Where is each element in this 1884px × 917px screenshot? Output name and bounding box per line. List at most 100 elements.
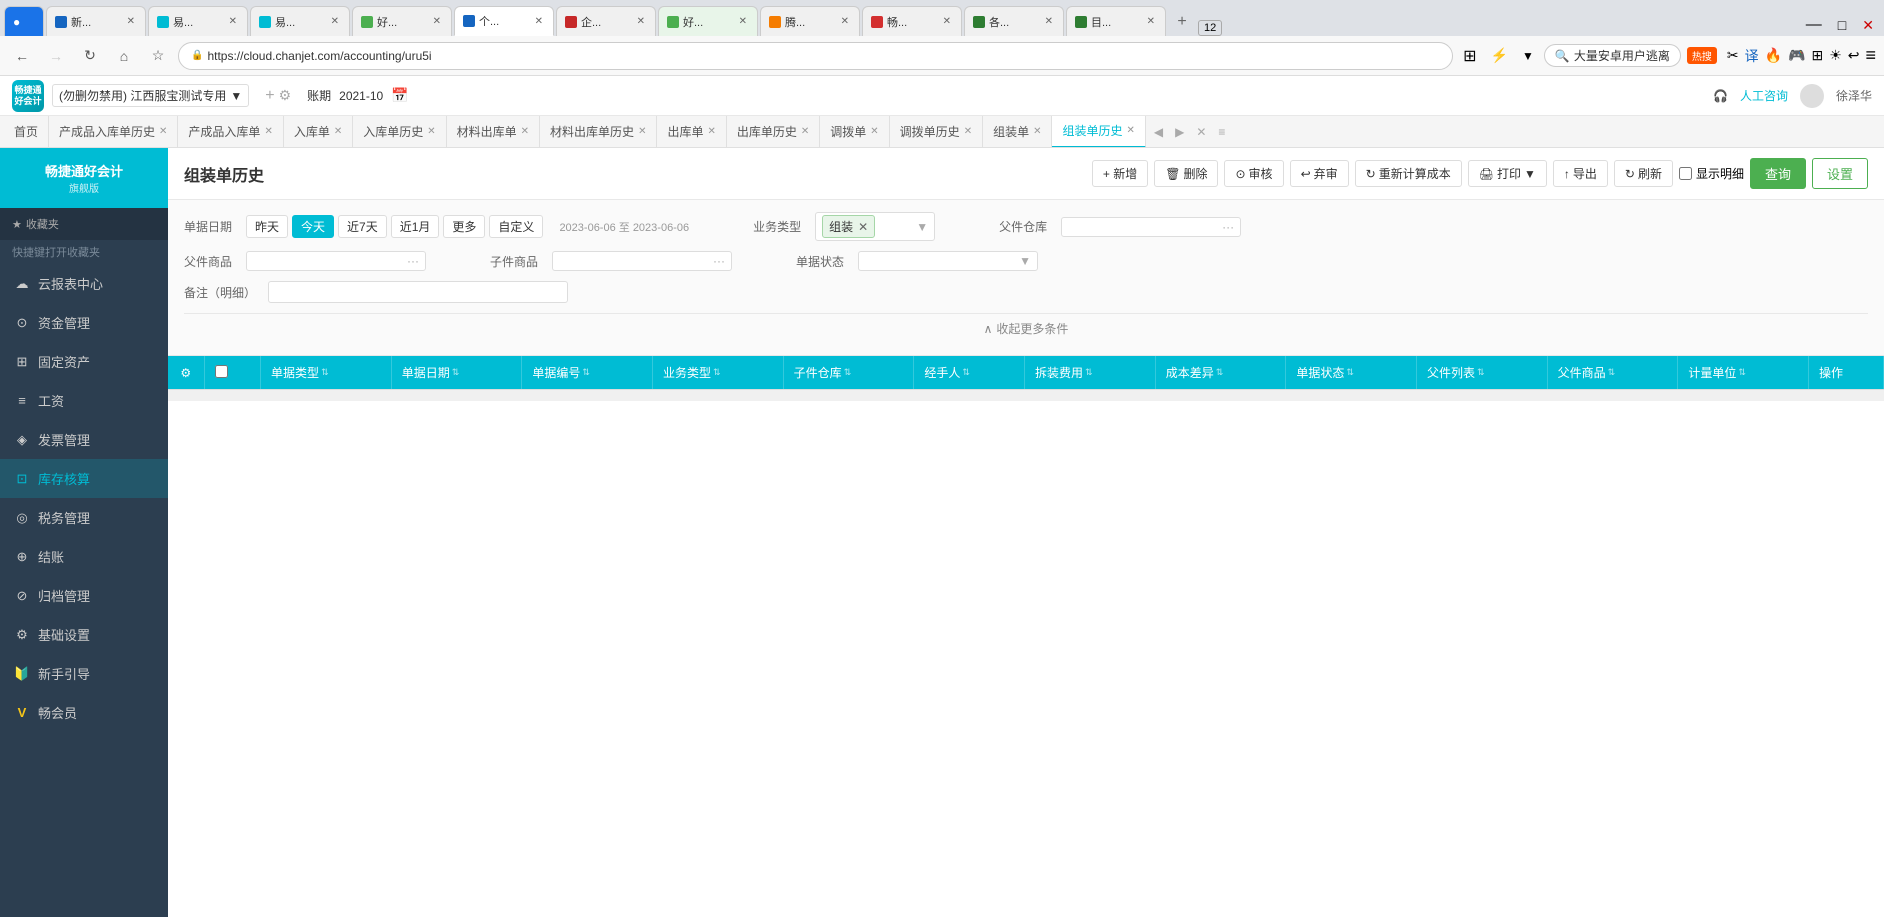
business-tag-close[interactable]: ✕ bbox=[858, 220, 868, 234]
th-disassemble-fee[interactable]: 拆装费用 ⇅ bbox=[1025, 356, 1156, 389]
calendar-icon[interactable]: 📅 bbox=[391, 87, 408, 104]
sidebar-favorites[interactable]: ★ 收藏夹 bbox=[0, 208, 168, 240]
browser-tab-10[interactable]: 各... ✕ bbox=[964, 6, 1064, 36]
nav-tab-2-close[interactable]: ✕ bbox=[264, 126, 272, 137]
sidebar-item-cloud-report[interactable]: ☁ 云报表中心 bbox=[0, 264, 168, 303]
date-btn-custom[interactable]: 自定义 bbox=[489, 215, 543, 238]
date-btn-1month[interactable]: 近1月 bbox=[391, 215, 440, 238]
menu-icon[interactable]: ≡ bbox=[1865, 45, 1876, 66]
horizontal-scrollbar[interactable] bbox=[168, 389, 1884, 401]
reload-button[interactable]: ↻ bbox=[76, 42, 104, 70]
tab-close[interactable]: ✕ bbox=[431, 15, 443, 28]
sidebar-item-payroll[interactable]: ≡ 工资 bbox=[0, 381, 168, 420]
recalc-button[interactable]: ↻ 重新计算成本 bbox=[1355, 160, 1462, 187]
browser-tab-5[interactable]: 个... ✕ bbox=[454, 6, 554, 36]
browser-tab-2[interactable]: 易... ✕ bbox=[148, 6, 248, 36]
th-bill-date[interactable]: 单据日期 ⇅ bbox=[391, 356, 522, 389]
sidebar-item-archive[interactable]: ⊘ 归档管理 bbox=[0, 576, 168, 615]
parent-warehouse-input[interactable]: ··· bbox=[1061, 217, 1241, 237]
close-window-button[interactable]: ✕ bbox=[1856, 15, 1880, 36]
dropdown-arrow[interactable]: ▼ bbox=[1518, 47, 1538, 65]
add-icon[interactable]: + bbox=[265, 87, 274, 105]
sidebar-item-tax[interactable]: ◎ 税务管理 bbox=[0, 498, 168, 537]
company-selector[interactable]: (勿删勿禁用) 江西服宝测试专用 ▼ bbox=[52, 84, 249, 107]
sidebar-item-fund[interactable]: ⊙ 资金管理 bbox=[0, 303, 168, 342]
new-tab-button[interactable]: + bbox=[1168, 8, 1196, 36]
show-detail-input[interactable] bbox=[1679, 167, 1692, 180]
tab-close[interactable]: ✕ bbox=[941, 15, 953, 28]
th-gear[interactable]: ⚙ bbox=[168, 356, 204, 389]
th-bill-type[interactable]: 单据类型 ⇅ bbox=[261, 356, 392, 389]
browser-tab-logo[interactable]: ● bbox=[4, 6, 44, 36]
tab-close-all[interactable]: ✕ bbox=[1192, 123, 1210, 141]
browser-tab-7[interactable]: 好... ✕ bbox=[658, 6, 758, 36]
th-checkbox[interactable] bbox=[204, 356, 261, 389]
th-handler[interactable]: 经手人 ⇅ bbox=[914, 356, 1025, 389]
sidebar-item-member[interactable]: V 畅会员 bbox=[0, 693, 168, 732]
nav-tab-11-close[interactable]: ✕ bbox=[1033, 126, 1041, 137]
sun-icon[interactable]: ☀ bbox=[1829, 47, 1842, 64]
th-bill-no[interactable]: 单据编号 ⇅ bbox=[522, 356, 653, 389]
bill-status-select[interactable]: ▼ bbox=[858, 251, 1038, 271]
bookmark-button[interactable]: ☆ bbox=[144, 42, 172, 70]
nav-tab-7-close[interactable]: ✕ bbox=[707, 126, 715, 137]
search-bar[interactable]: 🔍 大量安卓用户逃离 bbox=[1544, 44, 1681, 67]
minimize-button[interactable]: — bbox=[1800, 14, 1828, 36]
tab-close[interactable]: ✕ bbox=[1145, 15, 1157, 28]
grid-icon[interactable]: ⊞ bbox=[1811, 47, 1823, 64]
collapse-bar[interactable]: ∧ 收起更多条件 bbox=[184, 313, 1868, 343]
quick-open-favorites[interactable]: 快捷键打开收藏夹 bbox=[0, 240, 168, 264]
settings-gear-icon[interactable]: ⚙ bbox=[279, 87, 292, 104]
th-parent-item[interactable]: 父件商品 ⇅ bbox=[1547, 356, 1678, 389]
parent-item-input[interactable]: ··· bbox=[246, 251, 426, 271]
date-btn-7days[interactable]: 近7天 bbox=[338, 215, 387, 238]
date-btn-more[interactable]: 更多 bbox=[443, 215, 485, 238]
nav-tab-4-close[interactable]: ✕ bbox=[427, 126, 435, 137]
remark-input[interactable] bbox=[268, 281, 568, 303]
nav-tab-7[interactable]: 出库单 ✕ bbox=[657, 116, 726, 148]
nav-tab-12-close[interactable]: ✕ bbox=[1127, 125, 1135, 136]
date-btn-today[interactable]: 今天 bbox=[292, 215, 334, 238]
sidebar-item-guide[interactable]: 🔰 新手引导 bbox=[0, 654, 168, 693]
business-type-select[interactable]: 组装 ✕ ▼ bbox=[815, 212, 935, 241]
qr-code-icon[interactable]: ⊞ bbox=[1459, 44, 1480, 68]
browser-tab-11[interactable]: 目... ✕ bbox=[1066, 6, 1166, 36]
sidebar-item-inventory[interactable]: ⊡ 库存核算 bbox=[0, 459, 168, 498]
th-business-type[interactable]: 业务类型 ⇅ bbox=[653, 356, 784, 389]
th-parent-list[interactable]: 父件列表 ⇅ bbox=[1417, 356, 1548, 389]
browser-tab-6[interactable]: 企... ✕ bbox=[556, 6, 656, 36]
refresh-button[interactable]: ↻ 刷新 bbox=[1614, 160, 1673, 187]
tab-menu-icon[interactable]: ≡ bbox=[1214, 123, 1229, 141]
th-unit[interactable]: 计量单位 ⇅ bbox=[1678, 356, 1809, 389]
browser-tab-8[interactable]: 腾... ✕ bbox=[760, 6, 860, 36]
nav-tab-1-close[interactable]: ✕ bbox=[159, 126, 167, 137]
sidebar-item-fixed-assets[interactable]: ⊞ 固定资产 bbox=[0, 342, 168, 381]
query-button[interactable]: 查询 bbox=[1750, 158, 1806, 189]
nav-tab-home[interactable]: 首页 bbox=[4, 116, 49, 148]
nav-tab-12[interactable]: 组装单历史 ✕ bbox=[1052, 116, 1145, 148]
game-icon[interactable]: 🎮 bbox=[1788, 47, 1805, 64]
tab-close[interactable]: ✕ bbox=[329, 15, 341, 28]
nav-tab-10[interactable]: 调拨单历史 ✕ bbox=[890, 116, 983, 148]
nav-tab-9[interactable]: 调拨单 ✕ bbox=[820, 116, 889, 148]
lightning-icon[interactable]: ⚡ bbox=[1487, 45, 1512, 66]
home-button[interactable]: ⌂ bbox=[110, 42, 138, 70]
nav-tab-5[interactable]: 材料出库单 ✕ bbox=[447, 116, 540, 148]
nav-tab-8-close[interactable]: ✕ bbox=[801, 126, 809, 137]
nav-tab-6-close[interactable]: ✕ bbox=[638, 126, 646, 137]
flame-icon[interactable]: 🔥 bbox=[1765, 47, 1782, 64]
nav-tab-9-close[interactable]: ✕ bbox=[870, 126, 878, 137]
nav-tab-11[interactable]: 组装单 ✕ bbox=[983, 116, 1052, 148]
th-cost-diff[interactable]: 成本差异 ⇅ bbox=[1155, 356, 1286, 389]
new-button[interactable]: + 新增 bbox=[1092, 160, 1148, 187]
sidebar-item-checkout[interactable]: ⊕ 结账 bbox=[0, 537, 168, 576]
sidebar-item-basic-settings[interactable]: ⚙ 基础设置 bbox=[0, 615, 168, 654]
audit-button[interactable]: ⊙ 审核 bbox=[1224, 160, 1283, 187]
maximize-button[interactable]: □ bbox=[1832, 15, 1852, 35]
tab-close[interactable]: ✕ bbox=[1043, 15, 1055, 28]
nav-tab-8[interactable]: 出库单历史 ✕ bbox=[727, 116, 820, 148]
tab-close[interactable]: ✕ bbox=[533, 15, 545, 28]
consult-label[interactable]: 人工咨询 bbox=[1740, 87, 1788, 104]
date-btn-yesterday[interactable]: 昨天 bbox=[246, 215, 288, 238]
browser-tab-1[interactable]: 新... ✕ bbox=[46, 6, 146, 36]
